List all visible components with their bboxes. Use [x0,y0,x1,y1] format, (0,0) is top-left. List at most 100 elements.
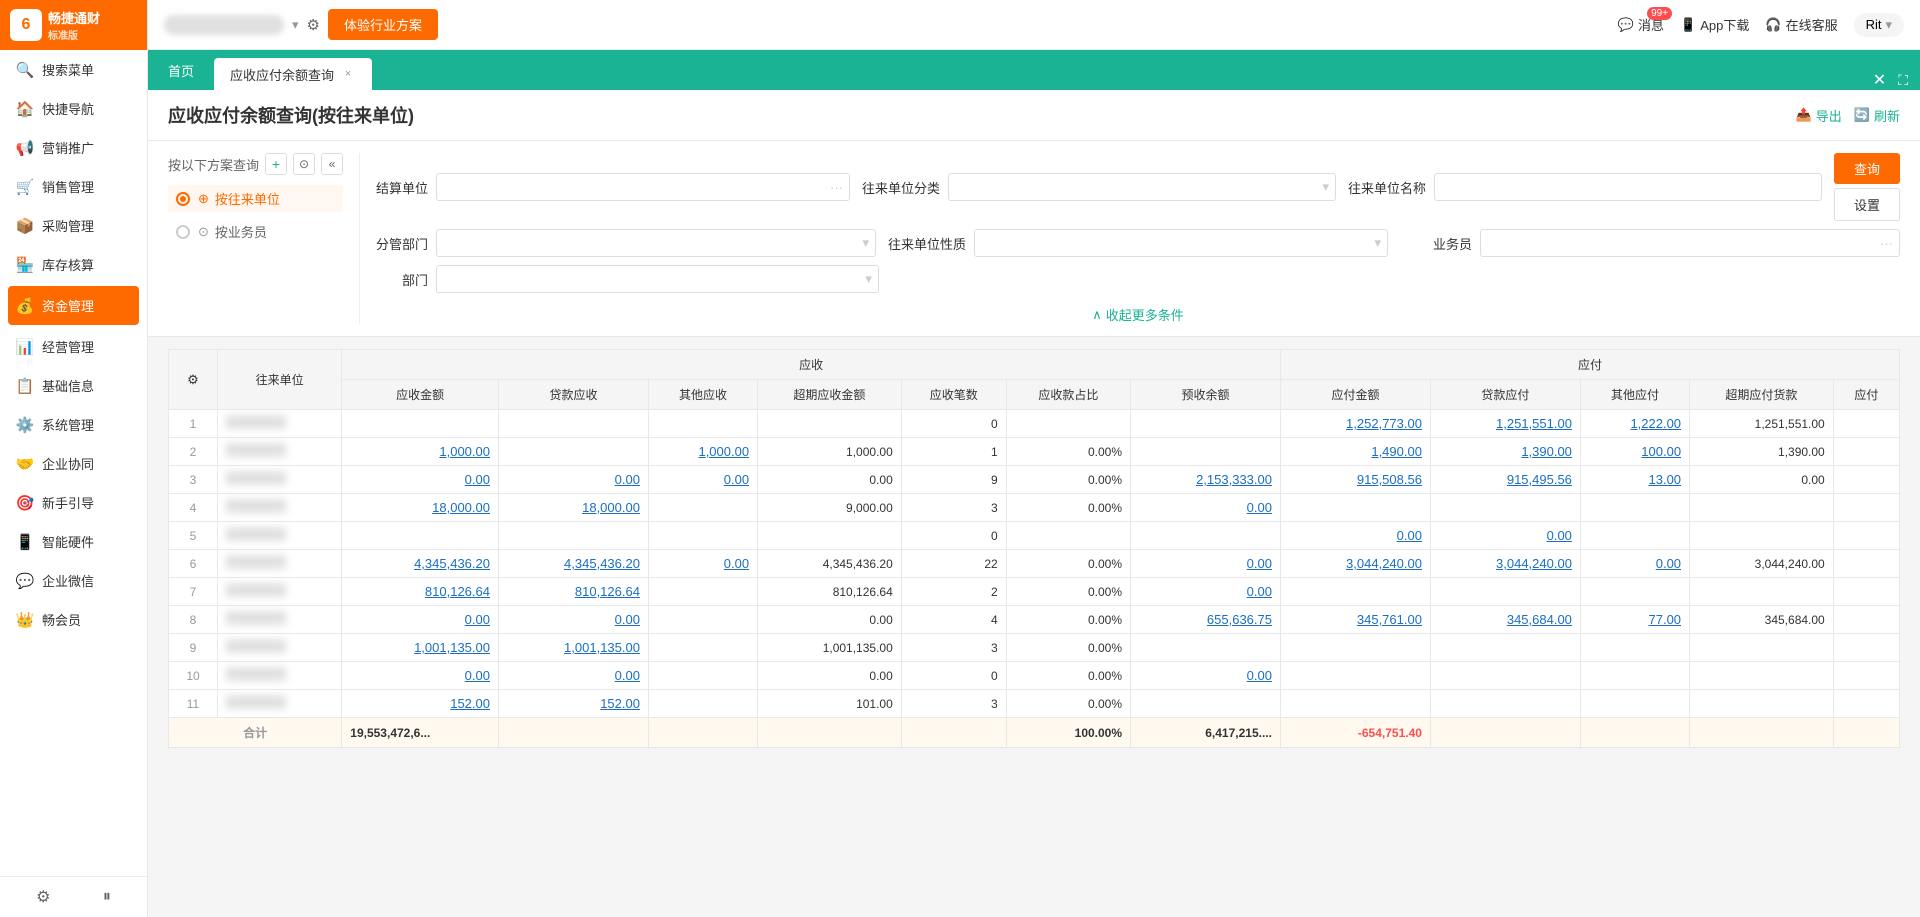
table-cell-link[interactable]: 0.00 [465,472,490,487]
th-ar-other: 其他应收 [648,380,757,410]
sidebar-item-collab[interactable]: 🤝 企业协同 [0,444,147,483]
table-cell-link[interactable]: 0.00 [1656,556,1681,571]
sidebar-item-quicknav[interactable]: 🏠 快捷导航 [0,89,147,128]
dropdown-arrow-icon[interactable]: ▾ [292,17,299,33]
query-button[interactable]: 查询 [1834,153,1900,184]
table-cell-link[interactable]: 18,000.00 [432,500,490,515]
cell-ar-loan: 1,001,135.00 [498,634,648,662]
customer-service-action[interactable]: 🎧 在线客服 [1765,15,1837,34]
unit-category-input[interactable]: ▾ [948,173,1336,201]
sidebar-item-basic[interactable]: 📋 基础信息 [0,366,147,405]
table-cell-link[interactable]: 810,126.64 [575,584,640,599]
unit-nature-input[interactable]: ▾ [974,229,1388,257]
sidebar-item-hardware[interactable]: 📱 智能硬件 [0,522,147,561]
app-download-action[interactable]: 📱 App下载 [1680,15,1749,34]
cell-ap-x [1833,522,1899,550]
sidebar-collapse-icon[interactable]: ⏸ [103,888,111,906]
settlement-unit-input[interactable]: ··· [436,173,850,201]
message-action[interactable]: 💬 消息 99+ [1618,15,1664,34]
close-window-icon[interactable]: ✕ [1873,70,1886,90]
sidebar-item-member[interactable]: 👑 畅会员 [0,600,147,639]
collapse-filters-button[interactable]: ∧ 收起更多条件 [1092,305,1184,324]
tab-close-icon[interactable]: × [340,66,356,82]
tab-home[interactable]: 首页 [148,50,214,90]
table-cell-link[interactable]: 1,252,773.00 [1346,416,1422,431]
table-cell-link[interactable]: 0.00 [724,472,749,487]
cell-ar-count: 3 [901,690,1006,718]
table-cell-link[interactable]: 345,761.00 [1357,612,1422,627]
dept-input[interactable]: ▾ [436,229,876,257]
sidebar-item-system[interactable]: ⚙️ 系统管理 [0,405,147,444]
sidebar-item-search[interactable]: 🔍 搜索菜单 [0,50,147,89]
refresh-button[interactable]: 🔄 刷新 [1854,106,1900,125]
sidebar-item-wechat[interactable]: 💬 企业微信 [0,561,147,600]
table-cell-link[interactable]: 1,490.00 [1371,444,1422,459]
table-cell-link[interactable]: 0.00 [1247,556,1272,571]
sidebar-item-management[interactable]: 📊 经营管理 [0,327,147,366]
cell-ap-amount [1280,634,1430,662]
table-cell-link[interactable]: 1,000.00 [439,444,490,459]
table-cell-link[interactable]: 0.00 [724,556,749,571]
sidebar-item-inventory[interactable]: 🏪 库存核算 [0,245,147,284]
setting-button[interactable]: 设置 [1834,188,1900,221]
table-cell-link[interactable]: 1,251,551.00 [1496,416,1572,431]
table-cell-link[interactable]: 0.00 [1547,528,1572,543]
export-button[interactable]: 📤 导出 [1796,106,1842,125]
table-cell-link[interactable]: 152.00 [600,696,640,711]
table-cell-link[interactable]: 2,153,333.00 [1196,472,1272,487]
cell-ap-other: 13.00 [1580,466,1689,494]
table-cell-link[interactable]: 3,044,240.00 [1346,556,1422,571]
table-cell-link[interactable]: 1,222.00 [1630,416,1681,431]
sidebar-item-finance[interactable]: 💰 资金管理 [8,286,139,325]
sidebar-item-sales[interactable]: 🛒 销售管理 [0,167,147,206]
cell-ar-amount: 1,000.00 [342,438,499,466]
table-cell-link[interactable]: 0.00 [465,668,490,683]
add-scheme-icon[interactable]: + [265,153,287,175]
table-cell-link[interactable]: 915,508.56 [1357,472,1422,487]
table-settings-icon[interactable]: ⚙ [187,372,199,387]
table-cell-link[interactable]: 4,345,436.20 [564,556,640,571]
table-cell-link[interactable]: 1,001,135.00 [564,640,640,655]
table-cell-link[interactable]: 810,126.64 [425,584,490,599]
query-option-salesman[interactable]: ⊙ 按业务员 [168,218,343,245]
table-row: 5 0 0.00 0.00 [169,522,1900,550]
table-cell-link[interactable]: 100.00 [1641,444,1681,459]
table-cell-link[interactable]: 0.00 [1397,528,1422,543]
table-cell-link[interactable]: 13.00 [1649,472,1682,487]
table-cell-link[interactable]: 77.00 [1649,612,1682,627]
dept2-input[interactable]: ▾ [436,265,879,293]
table-cell-link[interactable]: 0.00 [1247,668,1272,683]
table-cell-link[interactable]: 1,000.00 [698,444,749,459]
salesman-input[interactable]: ··· [1480,229,1900,257]
tab-ar-query[interactable]: 应收应付余额查询 × [214,58,372,90]
table-cell-link[interactable]: 1,390.00 [1521,444,1572,459]
table-cell-link[interactable]: 0.00 [615,612,640,627]
table-cell-link[interactable]: 0.00 [615,472,640,487]
cell-ar-other [648,522,757,550]
table-cell-link[interactable]: 0.00 [1247,500,1272,515]
unit-name-input[interactable] [1434,173,1822,201]
table-cell-link[interactable]: 0.00 [465,612,490,627]
sidebar-item-guide[interactable]: 🎯 新手引导 [0,483,147,522]
sidebar-item-purchase[interactable]: 📦 采购管理 [0,206,147,245]
promo-button[interactable]: 体验行业方案 [328,9,438,40]
sidebar-gear-icon[interactable]: ⚙ [36,887,50,907]
collapse-scheme-icon[interactable]: « [321,153,343,175]
sidebar-item-marketing[interactable]: 📢 营销推广 [0,128,147,167]
th-ar-loan: 贷款应收 [498,380,648,410]
query-option-unit[interactable]: ⊕ 按往来单位 [168,185,343,212]
topbar-gear-icon[interactable]: ⚙ [307,16,320,34]
table-cell-link[interactable]: 18,000.00 [582,500,640,515]
table-cell-link[interactable]: 152.00 [450,696,490,711]
table-cell-link[interactable]: 915,495.56 [1507,472,1572,487]
table-cell-link[interactable]: 3,044,240.00 [1496,556,1572,571]
table-cell-link[interactable]: 4,345,436.20 [414,556,490,571]
table-cell-link[interactable]: 1,001,135.00 [414,640,490,655]
table-cell-link[interactable]: 655,636.75 [1207,612,1272,627]
table-cell-link[interactable]: 0.00 [1247,584,1272,599]
edit-scheme-icon[interactable]: ⊙ [293,153,315,175]
table-cell-link[interactable]: 345,684.00 [1507,612,1572,627]
fullscreen-icon[interactable]: ⛶ [1898,72,1908,89]
user-avatar[interactable]: Rit ▾ [1854,13,1904,37]
table-cell-link[interactable]: 0.00 [615,668,640,683]
